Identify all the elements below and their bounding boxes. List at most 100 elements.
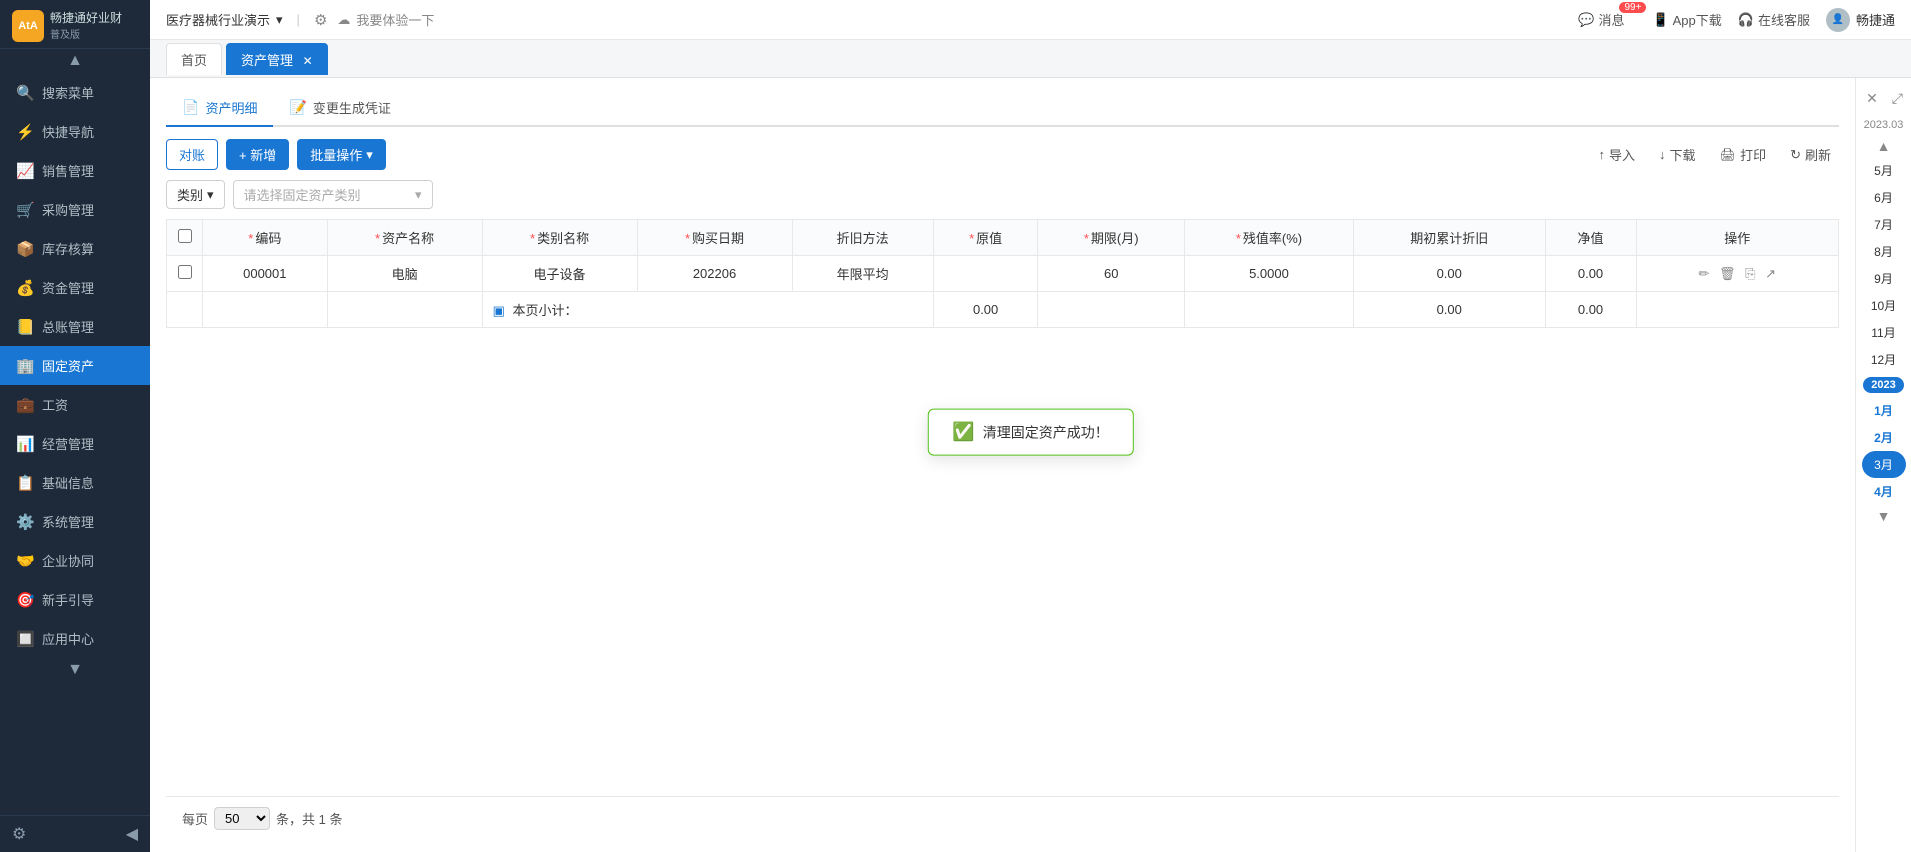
topbar-right: 💬 消息 99+ 📱 App下载 🎧 在线客服 👤 畅捷通: [1578, 8, 1895, 32]
sidebar-item-label: 库存核算: [42, 239, 94, 258]
batch-ops-button[interactable]: 批量操作 ▾: [297, 139, 386, 170]
sidebar-item-purchase[interactable]: 🛒 采购管理: [0, 190, 150, 229]
rs-scroll-down-icon[interactable]: ▼: [1856, 505, 1911, 527]
subtotal-icon: ▣: [493, 303, 505, 318]
company-dropdown-icon: ▾: [276, 12, 283, 28]
td-purchase-date: 202206: [637, 256, 792, 292]
new-button[interactable]: + 新增: [226, 139, 289, 170]
message-btn[interactable]: 💬 消息 99+: [1578, 10, 1636, 29]
online-service-btn[interactable]: 🎧 在线客服: [1738, 10, 1810, 29]
rs-month-6[interactable]: 6月: [1862, 184, 1906, 211]
per-page-select[interactable]: 50 10 20 100: [214, 807, 270, 830]
sidebar-item-system[interactable]: ⚙️ 系统管理: [0, 502, 150, 541]
sidebar-item-guide[interactable]: 🎯 新手引导: [0, 580, 150, 619]
user-menu[interactable]: 👤 畅捷通: [1826, 8, 1895, 32]
rs-month-3[interactable]: 3月: [1862, 451, 1906, 478]
category-filter-select[interactable]: 类别 ▾: [166, 180, 225, 209]
refresh-icon: ↻: [1790, 147, 1801, 163]
rs-close-icon[interactable]: ✕: [1858, 86, 1886, 111]
td-net-value: 0.00: [1545, 256, 1636, 292]
subtotal-row: ▣ 本页小计： 0.00 0.00 0.00: [167, 292, 1839, 328]
rs-month-1[interactable]: 1月: [1862, 397, 1906, 424]
rs-year-badge: 2023: [1863, 377, 1903, 393]
sidebar-item-operations[interactable]: 📊 经营管理: [0, 424, 150, 463]
app-center-icon: 🔲: [16, 630, 34, 648]
company-selector[interactable]: 医疗器械行业演示 ▾: [166, 10, 283, 29]
rs-scroll-up-icon[interactable]: ▲: [1856, 135, 1911, 157]
service-icon: 🎧: [1738, 12, 1754, 28]
sidebar-item-inventory[interactable]: 📦 库存核算: [0, 229, 150, 268]
refresh-label: 刷新: [1805, 145, 1831, 164]
td-subtotal-empty4: [1038, 292, 1185, 328]
batch-ops-label: 批量操作: [310, 145, 362, 164]
app-download-btn[interactable]: 📱 App下载: [1652, 10, 1721, 29]
collapse-icon[interactable]: ◀: [126, 824, 138, 844]
print-label: 打印: [1740, 145, 1766, 164]
sidebar-item-app-center[interactable]: 🔲 应用中心: [0, 619, 150, 658]
main-panel: 📄 资产明细 📝 变更生成凭证 对账 + 新增 批量操作 ▾: [150, 78, 1855, 852]
reconcile-button[interactable]: 对账: [166, 139, 218, 170]
td-actions: ✏ 🗑 ⎘ ↗: [1636, 256, 1838, 292]
pagination: 每页 50 10 20 100 条，共 1 条: [166, 796, 1839, 840]
sidebar-item-ledger[interactable]: 📒 总账管理: [0, 307, 150, 346]
rs-month-12[interactable]: 12月: [1862, 346, 1906, 373]
td-subtotal-original: 0.00: [933, 292, 1038, 328]
import-button[interactable]: ↑ 导入: [1591, 140, 1644, 169]
tab-home[interactable]: 首页: [166, 43, 222, 75]
rs-month-4[interactable]: 4月: [1862, 478, 1906, 505]
gear-icon[interactable]: ⚙: [314, 11, 327, 29]
sidebar-item-sales[interactable]: 📈 销售管理: [0, 151, 150, 190]
rs-month-11[interactable]: 11月: [1862, 319, 1906, 346]
sidebar-item-funds[interactable]: 💰 资金管理: [0, 268, 150, 307]
app-logo-icon: AtA: [12, 10, 44, 42]
row-checkbox[interactable]: [178, 265, 192, 279]
td-depreciation-method: 年限平均: [792, 256, 933, 292]
rs-month-10[interactable]: 10月: [1862, 292, 1906, 319]
copy-icon[interactable]: ⎘: [1745, 266, 1755, 281]
topbar-separator: |: [297, 12, 300, 27]
toast-message: 清理固定资产成功！: [983, 422, 1109, 442]
import-label: 导入: [1609, 145, 1635, 164]
th-original-value: *原值: [933, 220, 1038, 256]
th-depreciation-method: 折旧方法: [792, 220, 933, 256]
rs-month-9[interactable]: 9月: [1862, 265, 1906, 292]
print-button[interactable]: 🖨 打印: [1712, 140, 1775, 169]
rs-expand-icon[interactable]: ⤢: [1888, 86, 1907, 111]
download-icon: ↓: [1659, 147, 1666, 162]
td-name: 电脑: [327, 256, 482, 292]
download-label: 下载: [1670, 145, 1696, 164]
import-icon: ↑: [1599, 147, 1606, 162]
sidebar-item-payroll[interactable]: 💼 工资: [0, 385, 150, 424]
experience-btn[interactable]: ☁ 我要体验一下: [337, 10, 434, 29]
more-icon[interactable]: ↗: [1765, 266, 1776, 281]
refresh-button[interactable]: ↻ 刷新: [1782, 140, 1839, 169]
category-filter-input[interactable]: 请选择固定资产类别 ▾: [233, 180, 433, 209]
select-all-checkbox[interactable]: [178, 229, 192, 243]
sidebar-scroll-up[interactable]: ▲: [0, 49, 150, 73]
td-subtotal-net: 0.00: [1545, 292, 1636, 328]
rs-month-8[interactable]: 8月: [1862, 238, 1906, 265]
sub-tab-asset-detail[interactable]: 📄 资产明细: [166, 90, 273, 127]
sidebar-item-label: 销售管理: [42, 161, 94, 180]
edit-icon[interactable]: ✏: [1698, 266, 1709, 281]
sidebar-item-label: 经营管理: [42, 434, 94, 453]
sidebar-item-enterprise[interactable]: 🤝 企业协同: [0, 541, 150, 580]
sidebar-item-fixed-assets[interactable]: 🏢 固定资产: [0, 346, 150, 385]
rs-month-2[interactable]: 2月: [1862, 424, 1906, 451]
sidebar-item-quick-nav[interactable]: ⚡ 快捷导航: [0, 112, 150, 151]
td-initial-accumulated-depr: 0.00: [1353, 256, 1545, 292]
rs-month-7[interactable]: 7月: [1862, 211, 1906, 238]
sidebar-item-search-menu[interactable]: 🔍 搜索菜单: [0, 73, 150, 112]
sidebar-item-basic-info[interactable]: 📋 基础信息: [0, 463, 150, 502]
settings-icon[interactable]: ⚙: [12, 824, 26, 844]
sidebar-scroll-down[interactable]: ▼: [0, 658, 150, 682]
rs-month-5[interactable]: 5月: [1862, 157, 1906, 184]
tab-asset-mgmt[interactable]: 资产管理 ✕: [226, 43, 328, 75]
enterprise-icon: 🤝: [16, 552, 34, 570]
download-button[interactable]: ↓ 下载: [1651, 140, 1704, 169]
message-icon: 💬: [1578, 12, 1594, 28]
delete-icon[interactable]: 🗑: [1719, 266, 1736, 281]
filter-input-dropdown-icon: ▾: [415, 187, 422, 203]
sub-tab-change-voucher[interactable]: 📝 变更生成凭证: [273, 90, 406, 127]
tab-close-icon[interactable]: ✕: [303, 54, 313, 68]
